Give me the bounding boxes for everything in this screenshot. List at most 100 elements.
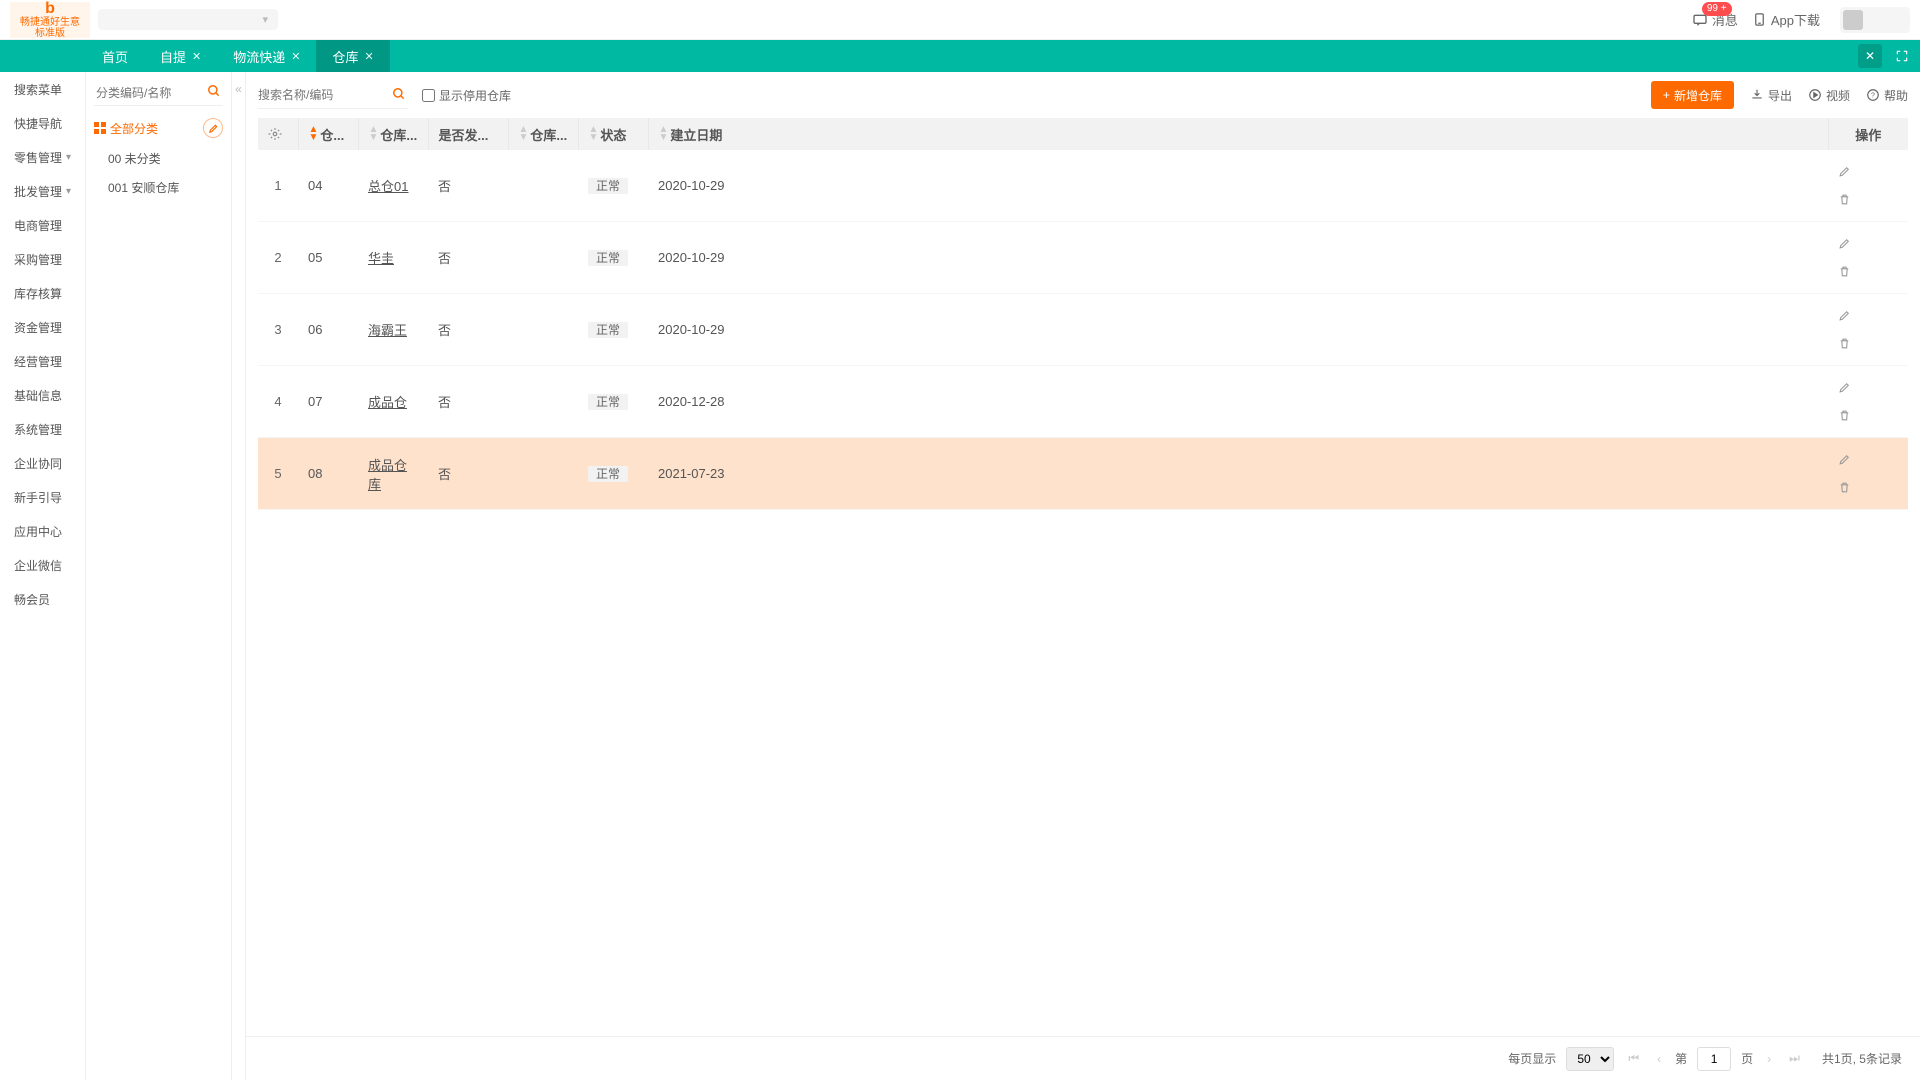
- collapse-category-panel[interactable]: «: [232, 72, 246, 1080]
- category-item[interactable]: 001 安顺仓库: [86, 173, 231, 202]
- warehouse-table: ▲▼仓... ▲▼仓库... 是否发... ▲▼仓库... ▲▼状态 ▲▼建立日…: [258, 118, 1908, 510]
- sidebar-item-label: 采购管理: [14, 251, 62, 268]
- warehouse-link[interactable]: 总仓01: [368, 179, 408, 194]
- per-page-select[interactable]: 50: [1566, 1047, 1614, 1071]
- show-disabled-checkbox[interactable]: 显示停用仓库: [422, 87, 511, 104]
- category-header: 全部分类: [86, 110, 231, 144]
- company-selector[interactable]: ▾: [98, 9, 278, 30]
- sidebar-item[interactable]: 系统管理: [0, 412, 85, 446]
- delete-icon[interactable]: [1838, 337, 1898, 350]
- cell-index: 2: [258, 222, 298, 294]
- sidebar-item[interactable]: 企业微信: [0, 548, 85, 582]
- table-row[interactable]: 205华圭否正常2020-10-29: [258, 222, 1908, 294]
- edit-icon[interactable]: [1838, 165, 1898, 178]
- user-avatar[interactable]: [1840, 7, 1910, 33]
- help-button[interactable]: ? 帮助: [1866, 87, 1908, 104]
- sidebar-item-label: 经营管理: [14, 353, 62, 370]
- warehouse-link[interactable]: 海霸王: [368, 323, 407, 338]
- cell-category: [508, 366, 578, 438]
- table-row[interactable]: 508成品仓库否正常2021-07-23: [258, 438, 1908, 510]
- sidebar-item[interactable]: 快捷导航: [0, 106, 85, 140]
- video-button[interactable]: 视频: [1808, 87, 1850, 104]
- sidebar-item[interactable]: 资金管理: [0, 310, 85, 344]
- edit-icon[interactable]: [1838, 237, 1898, 250]
- edit-icon[interactable]: [1838, 381, 1898, 394]
- page-last-button[interactable]: ⏭: [1785, 1051, 1804, 1066]
- close-all-tabs-icon[interactable]: ✕: [1858, 44, 1882, 68]
- table-row[interactable]: 104总仓01否正常2020-10-29: [258, 150, 1908, 222]
- tab-自提[interactable]: 自提✕: [144, 40, 217, 72]
- fullscreen-icon[interactable]: [1890, 44, 1914, 68]
- category-item[interactable]: 00 未分类: [86, 144, 231, 173]
- col-status[interactable]: ▲▼状态: [578, 118, 648, 150]
- export-button[interactable]: 导出: [1750, 87, 1792, 104]
- col-category[interactable]: ▲▼仓库...: [508, 118, 578, 150]
- page-first-button[interactable]: ⏮: [1624, 1051, 1643, 1066]
- header-right: 消息 99 + App下载: [1692, 7, 1910, 33]
- edit-icon[interactable]: [1838, 453, 1898, 466]
- all-categories-button[interactable]: 全部分类: [94, 120, 158, 137]
- edit-icon[interactable]: [1838, 309, 1898, 322]
- tab-label: 首页: [102, 47, 128, 66]
- delete-icon[interactable]: [1838, 265, 1898, 278]
- sidebar-item[interactable]: 企业协同: [0, 446, 85, 480]
- warehouse-link[interactable]: 华圭: [368, 251, 394, 266]
- delete-icon[interactable]: [1838, 193, 1898, 206]
- add-warehouse-button[interactable]: + 新增仓库: [1651, 81, 1734, 109]
- table-row[interactable]: 407成品仓否正常2020-12-28: [258, 366, 1908, 438]
- close-icon[interactable]: ✕: [291, 50, 300, 63]
- messages-button[interactable]: 消息 99 +: [1692, 10, 1738, 29]
- tab-首页[interactable]: 首页: [86, 40, 144, 72]
- download-button[interactable]: App下载: [1752, 10, 1820, 29]
- cell-category: [508, 438, 578, 510]
- col-deliverable[interactable]: 是否发...: [428, 118, 508, 150]
- sidebar-item[interactable]: 基础信息: [0, 378, 85, 412]
- tab-仓库[interactable]: 仓库✕: [316, 40, 389, 72]
- sidebar-item[interactable]: 电商管理: [0, 208, 85, 242]
- col-settings[interactable]: [258, 118, 298, 150]
- sidebar-item-label: 基础信息: [14, 387, 62, 404]
- app-header: b 畅捷通好生意 标准版 ▾ 消息 99 + App下载: [0, 0, 1920, 40]
- page-next-button[interactable]: ›: [1763, 1052, 1775, 1066]
- show-disabled-label: 显示停用仓库: [439, 87, 511, 104]
- sidebar-item[interactable]: 搜索菜单: [0, 72, 85, 106]
- sidebar-item[interactable]: 应用中心: [0, 514, 85, 548]
- sidebar-item[interactable]: 库存核算: [0, 276, 85, 310]
- sidebar-item[interactable]: 批发管理 ▾: [0, 174, 85, 208]
- close-icon[interactable]: ✕: [192, 50, 201, 63]
- delete-icon[interactable]: [1838, 409, 1898, 422]
- brand-badge: b 畅捷通好生意 标准版: [10, 2, 90, 38]
- sidebar-item[interactable]: 采购管理: [0, 242, 85, 276]
- content-search-input[interactable]: [258, 81, 408, 109]
- col-code[interactable]: ▲▼仓...: [298, 118, 358, 150]
- delete-icon[interactable]: [1838, 481, 1898, 494]
- sidebar-item[interactable]: 新手引导: [0, 480, 85, 514]
- page-prev-button[interactable]: ‹: [1653, 1052, 1665, 1066]
- sidebar-item-label: 资金管理: [14, 319, 62, 336]
- sidebar-item[interactable]: 零售管理▾: [0, 140, 85, 174]
- close-icon[interactable]: ✕: [365, 50, 374, 63]
- caret-down-icon: ▾: [66, 186, 71, 197]
- table-row[interactable]: 306海霸王否正常2020-10-29: [258, 294, 1908, 366]
- category-search-input[interactable]: [94, 80, 223, 106]
- search-icon[interactable]: [392, 87, 406, 101]
- warehouse-link[interactable]: 成品仓: [368, 395, 407, 410]
- cell-ops: [1828, 366, 1908, 438]
- tab-物流快递[interactable]: 物流快递✕: [217, 40, 316, 72]
- cell-name: 海霸王: [358, 294, 428, 366]
- content-search: [258, 81, 408, 109]
- search-icon[interactable]: [207, 84, 221, 98]
- show-disabled-input[interactable]: [422, 89, 435, 102]
- edit-category-button[interactable]: [203, 118, 223, 138]
- cell-ops: [1828, 222, 1908, 294]
- cell-category: [508, 222, 578, 294]
- brand-edition: 标准版: [35, 28, 65, 39]
- col-created[interactable]: ▲▼建立日期: [648, 118, 1828, 150]
- warehouse-link[interactable]: 成品仓库: [368, 458, 407, 492]
- table-header-row: ▲▼仓... ▲▼仓库... 是否发... ▲▼仓库... ▲▼状态 ▲▼建立日…: [258, 118, 1908, 150]
- sidebar-item[interactable]: 经营管理: [0, 344, 85, 378]
- sidebar-item-label: 批发管理: [14, 183, 62, 200]
- page-input[interactable]: [1697, 1047, 1731, 1071]
- sidebar-item[interactable]: 畅会员: [0, 582, 85, 616]
- col-name[interactable]: ▲▼仓库...: [358, 118, 428, 150]
